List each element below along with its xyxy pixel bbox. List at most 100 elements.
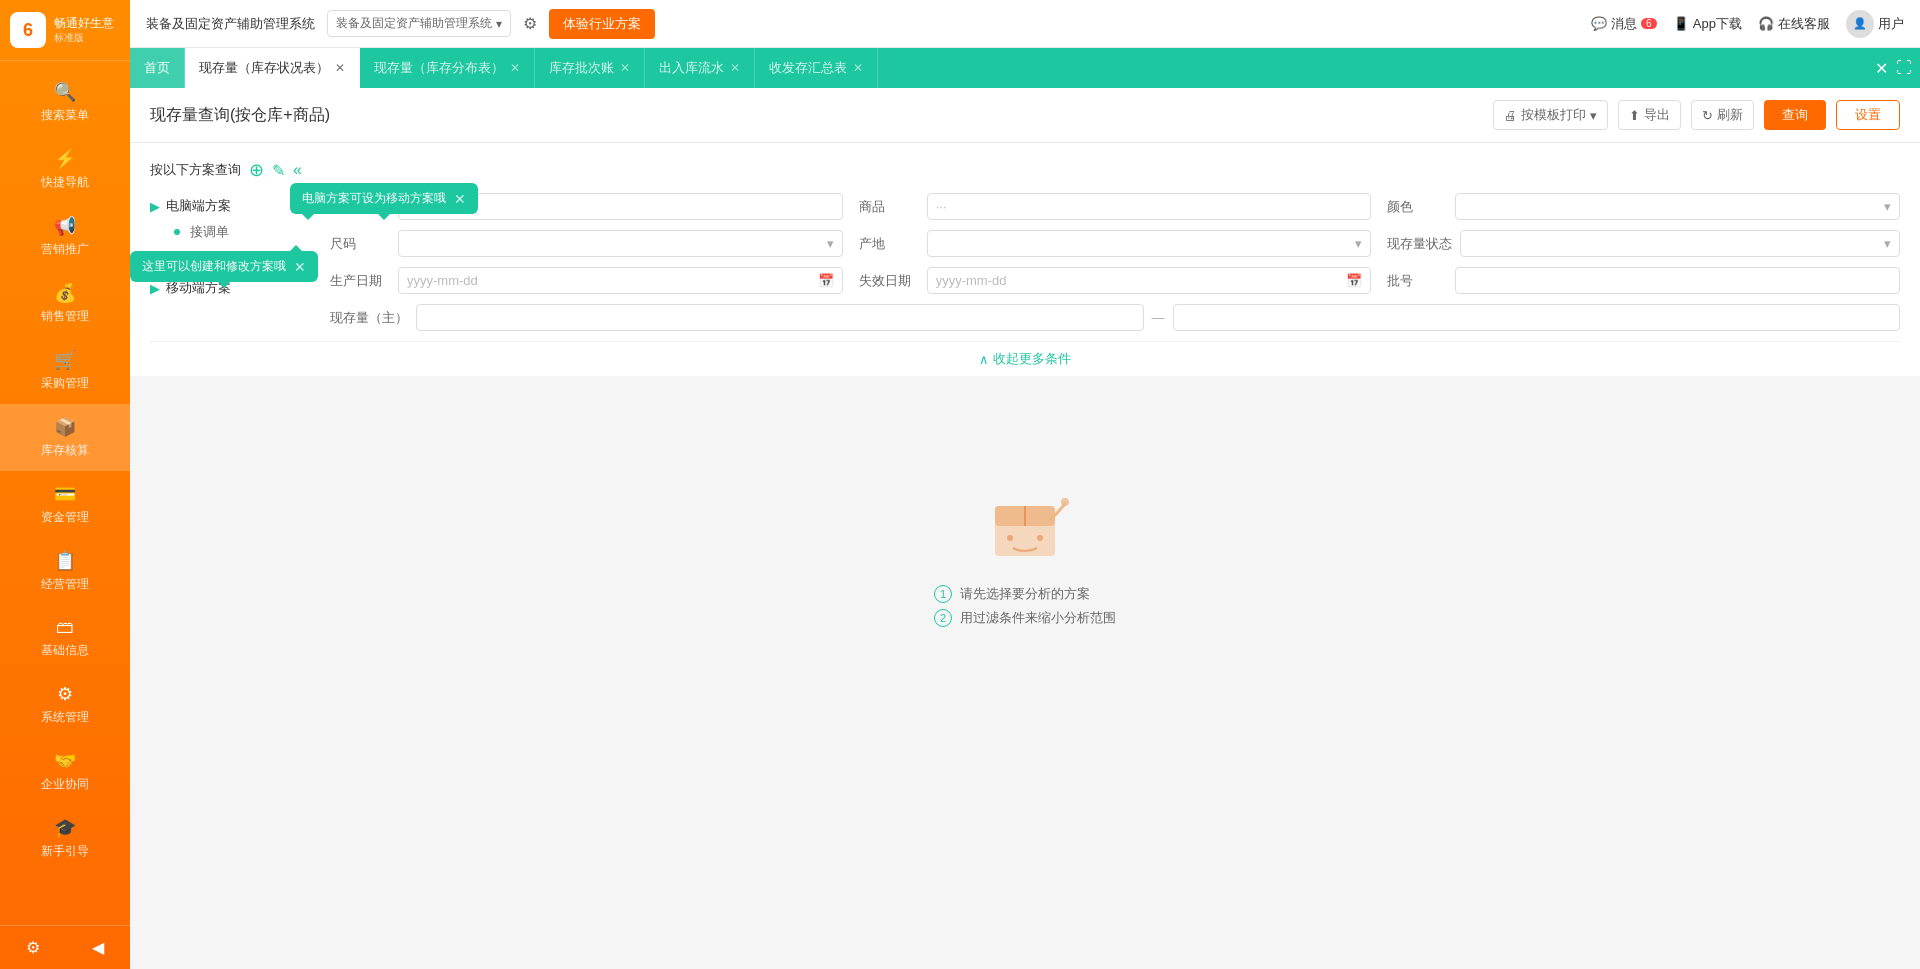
prod-date-input[interactable]: yyyy-mm-dd 📅 xyxy=(398,267,843,294)
sidebar-nav: 🔍 搜索菜单 ⚡ 快捷导航 📢 营销推广 💰 销售管理 🛒 采购管理 📦 库存核… xyxy=(0,61,130,925)
sidebar-item-system[interactable]: ⚙ 系统管理 xyxy=(0,671,130,738)
sidebar-item-purchase[interactable]: 🛒 采购管理 xyxy=(0,337,130,404)
tab-collect-label: 收发存汇总表 xyxy=(769,59,847,77)
sidebar-item-label: 库存核算 xyxy=(41,442,89,459)
tooltip-create: 这里可以创建和修改方案哦 ✕ xyxy=(130,251,318,282)
user-item[interactable]: 👤 用户 xyxy=(1846,10,1904,38)
app-download-label: App下载 xyxy=(1693,15,1742,33)
expire-date-placeholder: yyyy-mm-dd xyxy=(936,273,1007,288)
tab-close-icon[interactable]: ✕ xyxy=(730,61,740,75)
stock-from-input[interactable] xyxy=(416,304,1144,331)
query-btn[interactable]: 查询 xyxy=(1764,100,1826,130)
collapse-up-icon: ∧ xyxy=(979,352,989,367)
batch-label: 批号 xyxy=(1387,272,1447,290)
system-selector[interactable]: 装备及固定资产辅助管理系统 ▾ xyxy=(327,10,511,37)
export-icon: ⬆ xyxy=(1629,108,1640,123)
arrow-right-icon2: ▶ xyxy=(150,281,160,296)
collapse-btn[interactable]: ∧ 收起更多条件 xyxy=(150,341,1900,376)
tab-home[interactable]: 首页 xyxy=(130,48,185,88)
online-service-item[interactable]: 🎧 在线客服 xyxy=(1758,15,1830,33)
size-select[interactable]: ▾ xyxy=(398,230,843,257)
tooltip-create-text: 这里可以创建和修改方案哦 xyxy=(142,258,286,275)
settings-bottom-icon[interactable]: ⚙ xyxy=(26,938,40,957)
sidebar-item-label: 基础信息 xyxy=(41,642,89,659)
svg-point-4 xyxy=(1037,535,1043,541)
tab-close-icon[interactable]: ✕ xyxy=(620,61,630,75)
chevron-down-origin: ▾ xyxy=(1355,236,1362,251)
tooltip-close-icon[interactable]: ✕ xyxy=(454,191,466,207)
print-template-btn[interactable]: 🖨 按模板打印 ▾ xyxy=(1493,100,1608,130)
notification-item[interactable]: 💬 消息 6 xyxy=(1591,15,1657,33)
sidebar-item-inventory[interactable]: 📦 库存核算 xyxy=(0,404,130,471)
filter-back-icon[interactable]: « xyxy=(293,161,302,179)
reset-btn[interactable]: 设置 xyxy=(1836,100,1900,130)
color-select[interactable]: ▾ xyxy=(1455,193,1900,220)
print-arrow-icon: ▾ xyxy=(1590,108,1597,123)
app-download-item[interactable]: 📱 App下载 xyxy=(1673,15,1742,33)
batch-input[interactable] xyxy=(1455,267,1900,294)
scheme-sub-dot xyxy=(174,229,180,235)
chevron-down-color: ▾ xyxy=(1884,199,1891,214)
enterprise-icon: 🤝 xyxy=(54,750,76,772)
stock-to-input[interactable] xyxy=(1173,304,1901,331)
empty-steps: 1 请先选择要分析的方案 2 用过滤条件来缩小分析范围 xyxy=(934,585,1116,627)
quicknav-icon: ⚡ xyxy=(54,148,76,170)
filter-row-4: 现存量（主） — xyxy=(330,304,1900,331)
tab-batch[interactable]: 库存批次账 ✕ xyxy=(535,48,645,88)
collapse-sidebar-icon[interactable]: ◀ xyxy=(92,938,104,957)
tab-fullscreen-icon[interactable]: ⛶ xyxy=(1896,59,1912,77)
settings-icon[interactable]: ⚙ xyxy=(523,14,537,33)
calendar-icon2: 📅 xyxy=(1346,273,1362,288)
tab-close-icon[interactable]: ✕ xyxy=(335,61,345,75)
export-btn[interactable]: ⬆ 导出 xyxy=(1618,100,1681,130)
sidebar-item-label: 营销推广 xyxy=(41,241,89,258)
sidebar-item-search[interactable]: 🔍 搜索菜单 xyxy=(0,69,130,136)
operations-icon: 📋 xyxy=(54,550,76,572)
tab-close-all-icon[interactable]: ✕ xyxy=(1875,59,1888,78)
tab-close-icon[interactable]: ✕ xyxy=(853,61,863,75)
sidebar-item-label: 采购管理 xyxy=(41,375,89,392)
step-2-text: 用过滤条件来缩小分析范围 xyxy=(960,609,1116,627)
empty-step-1: 1 请先选择要分析的方案 xyxy=(934,585,1116,603)
logo-text: 畅通好生意 xyxy=(54,15,114,32)
sidebar-item-operations[interactable]: 📋 经营管理 xyxy=(0,538,130,605)
sidebar-item-quicknav[interactable]: ⚡ 快捷导航 xyxy=(0,136,130,203)
scheme-desktop-label: 电脑端方案 xyxy=(166,197,231,215)
tooltip-create-close-icon[interactable]: ✕ xyxy=(294,259,306,275)
filter-add-icon[interactable]: ⊕ xyxy=(249,159,264,181)
sidebar-item-marketing[interactable]: 📢 营销推广 xyxy=(0,203,130,270)
tab-inventory-dist[interactable]: 现存量（库存分布表） ✕ xyxy=(360,48,535,88)
topbar: 装备及固定资产辅助管理系统 装备及固定资产辅助管理系统 ▾ ⚙ 体验行业方案 💬… xyxy=(130,0,1920,48)
origin-select[interactable]: ▾ xyxy=(927,230,1372,257)
step-num-1: 1 xyxy=(934,585,952,603)
tooltip-scheme-text: 电脑方案可设为移动方案哦 xyxy=(302,190,446,207)
sidebar-item-label: 新手引导 xyxy=(41,843,89,860)
sidebar-item-label: 经营管理 xyxy=(41,576,89,593)
filter-body: ▶ 电脑端方案 接调单 按商品 ▶ 移动端方 xyxy=(150,193,1900,341)
empty-illustration xyxy=(965,466,1085,569)
scheme-sub-item-1[interactable]: 接调单 xyxy=(150,219,318,245)
filter-area: 按以下方案查询 ⊕ ✎ « ▶ 电脑端方案 接调单 xyxy=(130,143,1920,376)
sidebar-bottom: ⚙ ◀ xyxy=(0,925,130,969)
sidebar-item-finance[interactable]: 💳 资金管理 xyxy=(0,471,130,538)
tab-collect[interactable]: 收发存汇总表 ✕ xyxy=(755,48,878,88)
step-1-text: 请先选择要分析的方案 xyxy=(960,585,1090,603)
sidebar-item-enterprise[interactable]: 🤝 企业协同 xyxy=(0,738,130,805)
sidebar-item-basic[interactable]: 🗃 基础信息 xyxy=(0,605,130,671)
filter-fields: 按仓库 ··· 商品 ··· 颜色 xyxy=(330,193,1900,341)
filter-row-2: 尺码 ▾ 产地 ▾ xyxy=(330,230,1900,257)
goods-select[interactable]: ··· xyxy=(927,193,1372,220)
expire-date-input[interactable]: yyyy-mm-dd 📅 xyxy=(927,267,1372,294)
filter-field-goods: 商品 ··· xyxy=(859,193,1372,220)
sidebar-item-label: 企业协同 xyxy=(41,776,89,793)
sidebar-item-sales[interactable]: 💰 销售管理 xyxy=(0,270,130,337)
filter-edit-icon[interactable]: ✎ xyxy=(272,161,285,180)
industry-btn[interactable]: 体验行业方案 xyxy=(549,9,655,39)
tab-close-icon[interactable]: ✕ xyxy=(510,61,520,75)
sidebar-item-guide[interactable]: 🎓 新手引导 xyxy=(0,805,130,872)
stock-status-select[interactable]: ▾ xyxy=(1460,230,1900,257)
tab-inventory-status[interactable]: 现存量（库存状况表） ✕ xyxy=(185,48,360,88)
tab-inout[interactable]: 出入库流水 ✕ xyxy=(645,48,755,88)
tab-inventory-status-label: 现存量（库存状况表） xyxy=(199,59,329,77)
refresh-btn[interactable]: ↻ 刷新 xyxy=(1691,100,1754,130)
